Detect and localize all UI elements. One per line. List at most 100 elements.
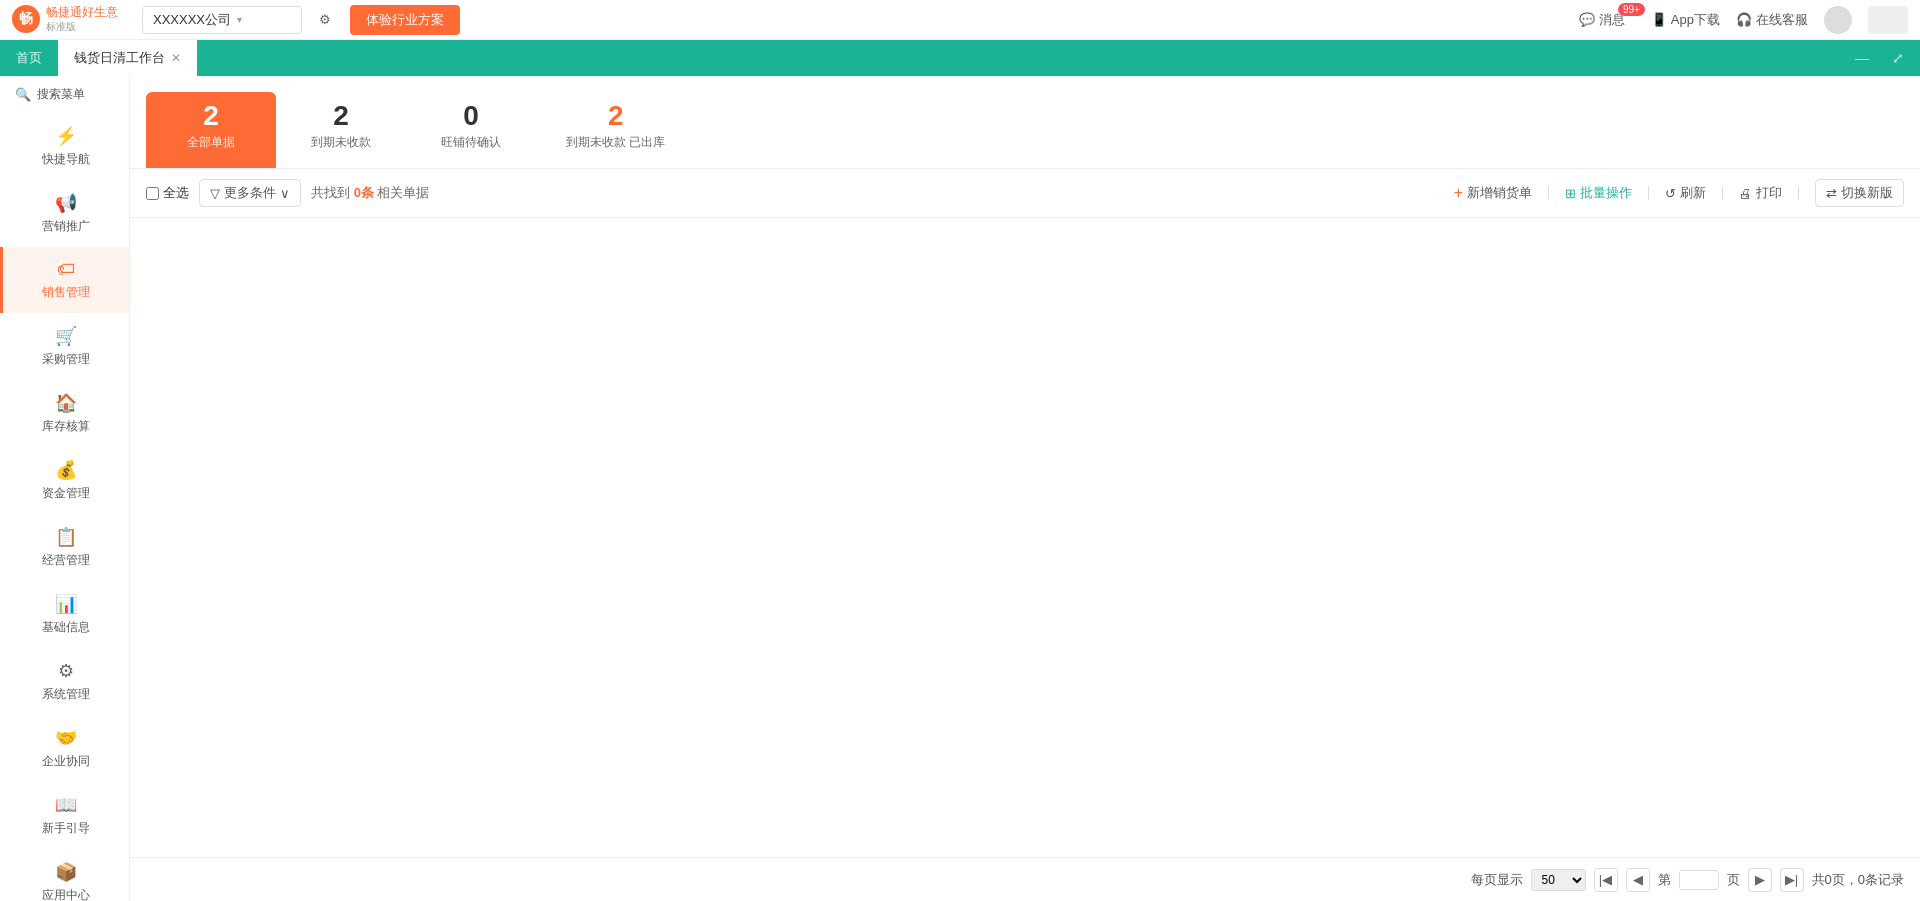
- last-page-button[interactable]: ▶|: [1780, 868, 1804, 892]
- company-selector[interactable]: XXXXXX公司 ▾: [142, 6, 302, 34]
- next-page-button[interactable]: ▶: [1748, 868, 1772, 892]
- card-overdue-unpaid-number: 2: [333, 102, 349, 130]
- online-service-button[interactable]: 🎧 在线客服: [1736, 11, 1808, 29]
- guide-icon: 📖: [55, 794, 77, 816]
- per-page-select[interactable]: 50 20 100: [1531, 869, 1586, 891]
- print-button[interactable]: 🖨 打印: [1739, 184, 1782, 202]
- found-text: 共找到 0条 相关单据: [311, 184, 429, 202]
- switch-icon: ⇄: [1826, 186, 1837, 201]
- card-all-number: 2: [203, 102, 219, 130]
- card-all[interactable]: 2 全部单据: [146, 92, 276, 168]
- messages-badge: 99+: [1618, 3, 1645, 16]
- add-sale-order-button[interactable]: + 新增销货单: [1454, 184, 1532, 202]
- refresh-button[interactable]: ↺ 刷新: [1665, 184, 1706, 202]
- maximize-button[interactable]: ⤢: [1884, 44, 1912, 72]
- print-icon: 🖨: [1739, 186, 1752, 201]
- sidebar-item-marketing[interactable]: 📢 营销推广: [0, 180, 129, 247]
- page-prefix: 第: [1658, 871, 1671, 889]
- nav-right-actions: — ⤢: [1848, 44, 1920, 72]
- filter-icon: ▽: [210, 186, 220, 201]
- quick-nav-icon: ⚡: [55, 125, 77, 147]
- app-download-button[interactable]: 📱 App下载: [1651, 11, 1720, 29]
- first-page-button[interactable]: |◀: [1594, 868, 1618, 892]
- prev-page-button[interactable]: ◀: [1626, 868, 1650, 892]
- sidebar-item-finance[interactable]: 💰 资金管理: [0, 447, 129, 514]
- plus-icon: +: [1454, 184, 1463, 202]
- sidebar-item-purchase[interactable]: 🛒 采购管理: [0, 313, 129, 380]
- card-all-label: 全部单据: [187, 134, 235, 151]
- settings-button[interactable]: ⚙: [310, 5, 340, 35]
- top-header: 畅 畅捷通好生意 标准版 XXXXXX公司 ▾ ⚙ 体验行业方案 💬 消息 99…: [0, 0, 1920, 40]
- card-overdue-unpaid[interactable]: 2 到期未收款: [276, 92, 406, 168]
- card-wangpai-confirm[interactable]: 0 旺铺待确认: [406, 92, 536, 168]
- sidebar-item-basic-info[interactable]: 📊 基础信息: [0, 581, 129, 648]
- messages-button[interactable]: 💬 消息 99+: [1569, 11, 1635, 29]
- summary-cards: 2 全部单据 2 到期未收款 0 旺铺待确认 2 到期未收款 已出库: [130, 76, 1920, 169]
- table-area: [130, 218, 1920, 857]
- select-all-label: 全选: [163, 184, 189, 202]
- close-tab-icon[interactable]: ✕: [171, 51, 181, 65]
- sidebar-item-quick-nav[interactable]: ⚡ 快捷导航: [0, 113, 129, 180]
- tab-label: 钱货日清工作台: [74, 49, 165, 67]
- divider3: [1722, 186, 1723, 200]
- per-page-label: 每页显示: [1471, 871, 1523, 889]
- system-icon: ⚙: [58, 660, 74, 682]
- sidebar-item-sales[interactable]: 🏷 销售管理: [0, 247, 129, 313]
- checkbox-input[interactable]: [146, 187, 159, 200]
- sidebar-item-app-center[interactable]: 📦 应用中心: [0, 849, 129, 901]
- pagination-bar: 每页显示 50 20 100 |◀ ◀ 第 1 页 ▶ ▶| 共0页，0条记录: [130, 857, 1920, 901]
- refresh-icon: ↺: [1665, 186, 1676, 201]
- sidebar: 🔍 搜索菜单 ⚡ 快捷导航 📢 营销推广 🏷 销售管理 🛒 采购管理 🏠 库存核…: [0, 76, 130, 901]
- search-menu-item[interactable]: 🔍 搜索菜单: [0, 76, 129, 113]
- sales-icon: 🏷: [57, 259, 75, 280]
- divider: [1548, 186, 1549, 200]
- enterprise-icon: 🤝: [55, 727, 77, 749]
- avatar[interactable]: [1824, 6, 1852, 34]
- marketing-icon: 📢: [55, 192, 77, 214]
- toolbar-right: + 新增销货单 ⊞ 批量操作 ↺ 刷新 🖨 打印: [1454, 179, 1904, 207]
- content-area: 2 全部单据 2 到期未收款 0 旺铺待确认 2 到期未收款 已出库 全选: [130, 76, 1920, 901]
- header-right: 💬 消息 99+ 📱 App下载 🎧 在线客服: [1569, 6, 1908, 34]
- service-icon: 🎧: [1736, 12, 1752, 27]
- gear-icon: ⚙: [319, 12, 331, 27]
- sidebar-item-inventory[interactable]: 🏠 库存核算: [0, 380, 129, 447]
- message-icon: 💬: [1579, 12, 1595, 27]
- card-overdue-unshipped-number: 2: [608, 102, 624, 130]
- user-menu-button[interactable]: [1868, 6, 1908, 34]
- total-info: 共0页，0条记录: [1812, 871, 1904, 889]
- sidebar-item-enterprise[interactable]: 🤝 企业协同: [0, 715, 129, 782]
- operations-icon: 📋: [55, 526, 77, 548]
- nav-tabs: 首页 钱货日清工作台 ✕ — ⤢: [0, 40, 1920, 76]
- main-layout: 🔍 搜索菜单 ⚡ 快捷导航 📢 营销推广 🏷 销售管理 🛒 采购管理 🏠 库存核…: [0, 76, 1920, 901]
- switch-new-version-button[interactable]: ⇄ 切换新版: [1815, 179, 1904, 207]
- tab-home[interactable]: 首页: [0, 40, 58, 76]
- select-all-checkbox[interactable]: 全选: [146, 184, 189, 202]
- app-name: 畅捷通好生意: [46, 5, 118, 19]
- finance-icon: 💰: [55, 459, 77, 481]
- found-count: 0条: [354, 185, 374, 200]
- sidebar-item-operations[interactable]: 📋 经营管理: [0, 514, 129, 581]
- basic-info-icon: 📊: [55, 593, 77, 615]
- batch-operation-button[interactable]: ⊞ 批量操作: [1565, 184, 1632, 202]
- sidebar-item-system[interactable]: ⚙ 系统管理: [0, 648, 129, 715]
- card-wangpai-label: 旺铺待确认: [441, 134, 501, 151]
- filter-button[interactable]: ▽ 更多条件 ∨: [199, 179, 301, 207]
- logo-icon: 畅: [12, 5, 40, 33]
- company-name: XXXXXX公司: [153, 11, 231, 29]
- card-overdue-unpaid-label: 到期未收款: [311, 134, 371, 151]
- sidebar-item-guide[interactable]: 📖 新手引导: [0, 782, 129, 849]
- search-icon: 🔍: [15, 87, 31, 102]
- tab-qhrq[interactable]: 钱货日清工作台 ✕: [58, 40, 197, 76]
- logo-area: 畅 畅捷通好生意 标准版: [12, 5, 142, 33]
- chevron-down-icon: ▾: [237, 14, 242, 25]
- minimize-button[interactable]: —: [1848, 44, 1876, 72]
- app-center-icon: 📦: [55, 861, 77, 883]
- batch-icon: ⊞: [1565, 186, 1576, 201]
- toolbar: 全选 ▽ 更多条件 ∨ 共找到 0条 相关单据 + 新增销货单 ⊞: [130, 169, 1920, 218]
- trial-button[interactable]: 体验行业方案: [350, 5, 460, 35]
- card-overdue-unshipped[interactable]: 2 到期未收款 已出库: [536, 92, 695, 168]
- page-input[interactable]: 1: [1679, 870, 1719, 890]
- page-suffix: 页: [1727, 871, 1740, 889]
- purchase-icon: 🛒: [55, 325, 77, 347]
- search-label: 搜索菜单: [37, 86, 85, 103]
